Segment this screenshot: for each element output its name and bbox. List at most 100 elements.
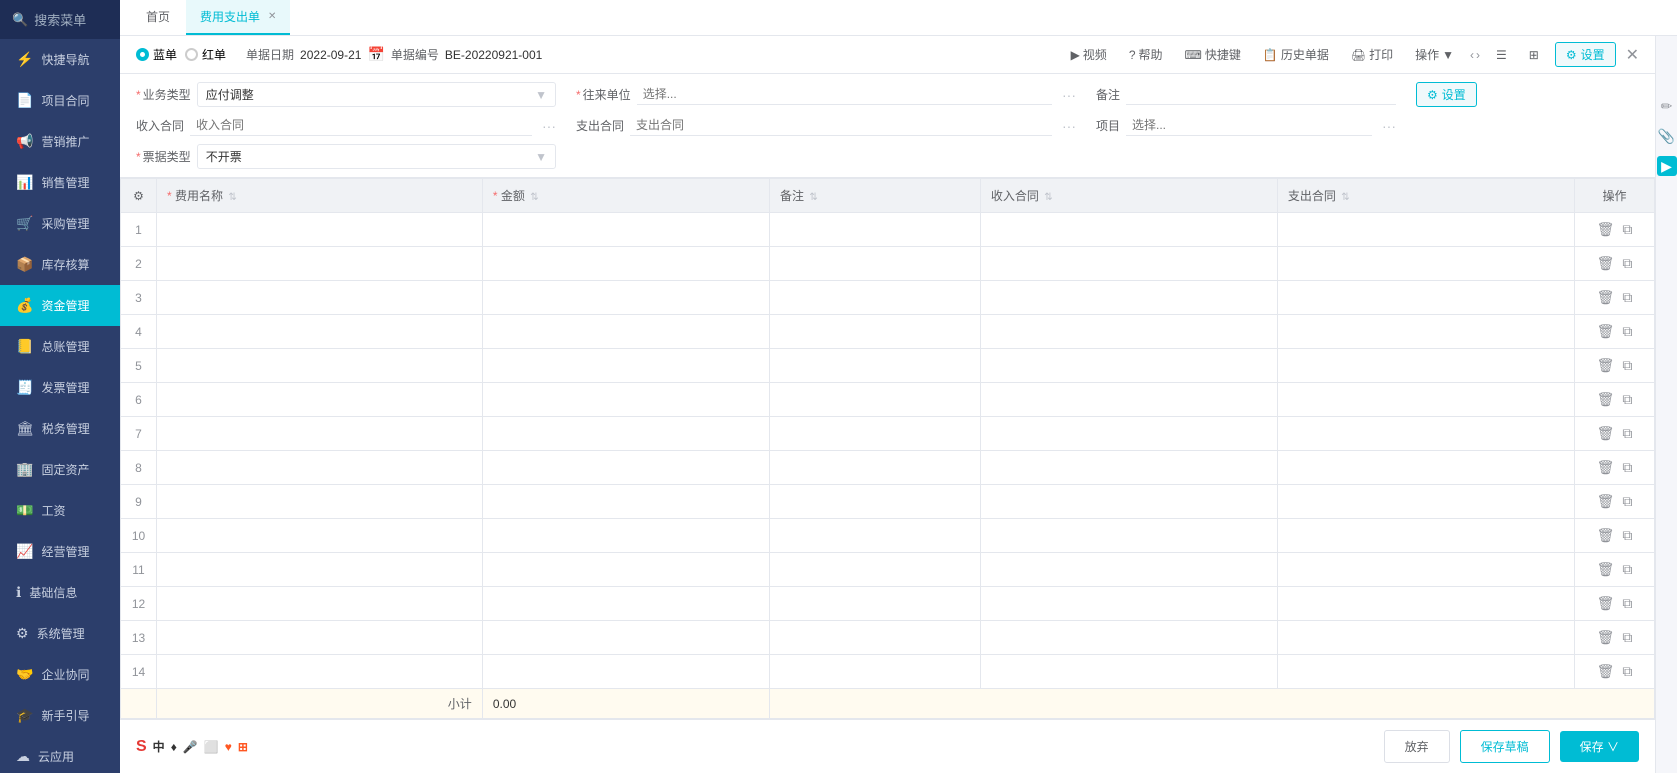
business-type-select[interactable]: 应付调整 ▼ [197, 82, 556, 107]
cell-expense-contract-12[interactable] [1277, 587, 1574, 621]
cell-expense-name-1[interactable] [157, 213, 483, 247]
delete-icon-1[interactable]: 🗑 [1595, 219, 1617, 240]
sidebar-item-sys-mgmt[interactable]: ⚙ 系统管理 [0, 613, 120, 654]
col-expense-sort-icon[interactable]: ⇅ [228, 192, 236, 203]
cell-income-contract-1[interactable] [980, 213, 1277, 247]
cell-expense-name-9[interactable] [157, 485, 483, 519]
sidebar-item-marketing[interactable]: 📢 营销推广 [0, 121, 120, 162]
side-icon-clip[interactable]: 📎 [1657, 126, 1677, 146]
copy-icon-5[interactable]: ⧉ [1620, 355, 1634, 376]
cell-expense-contract-8[interactable] [1277, 451, 1574, 485]
cell-amount-13[interactable] [482, 621, 769, 655]
delete-icon-13[interactable]: 🗑 [1595, 627, 1617, 648]
settings-right-btn[interactable]: ⚙ 设置 [1416, 82, 1477, 107]
cell-amount-1[interactable] [482, 213, 769, 247]
cell-expense-contract-11[interactable] [1277, 553, 1574, 587]
remark-input[interactable] [1126, 84, 1396, 105]
side-icon-green[interactable]: ▶ [1657, 156, 1677, 176]
expense-contract-dots[interactable]: ··· [1062, 118, 1076, 134]
sidebar-item-fixed-assets[interactable]: 🏢 固定资产 [0, 449, 120, 490]
cell-expense-contract-10[interactable] [1277, 519, 1574, 553]
shortcut-btn[interactable]: ⌨ 快捷键 [1179, 43, 1247, 66]
copy-icon-11[interactable]: ⧉ [1620, 559, 1634, 580]
delete-icon-12[interactable]: 🗑 [1595, 593, 1617, 614]
cell-expense-contract-9[interactable] [1277, 485, 1574, 519]
sidebar-item-cloud-apps[interactable]: ☁ 云应用 [0, 736, 120, 773]
tab-home[interactable]: 首页 [132, 0, 184, 35]
cell-expense-name-13[interactable] [157, 621, 483, 655]
copy-icon-13[interactable]: ⧉ [1620, 627, 1634, 648]
sidebar-item-project-contract[interactable]: 📄 项目合同 [0, 80, 120, 121]
cell-remark-10[interactable] [769, 519, 980, 553]
cell-income-contract-5[interactable] [980, 349, 1277, 383]
cell-expense-name-6[interactable] [157, 383, 483, 417]
delete-icon-7[interactable]: 🗑 [1595, 423, 1617, 444]
actions-btn[interactable]: 操作 ▼ [1409, 43, 1460, 66]
delete-icon-9[interactable]: 🗑 [1595, 491, 1617, 512]
copy-icon-7[interactable]: ⧉ [1620, 423, 1634, 444]
cell-remark-2[interactable] [769, 247, 980, 281]
cell-remark-14[interactable] [769, 655, 980, 689]
tab-close-expense-form[interactable]: ✕ [268, 11, 276, 22]
copy-icon-6[interactable]: ⧉ [1620, 389, 1634, 410]
cell-amount-6[interactable] [482, 383, 769, 417]
delete-icon-10[interactable]: 🗑 [1595, 525, 1617, 546]
cell-expense-contract-2[interactable] [1277, 247, 1574, 281]
copy-icon-2[interactable]: ⧉ [1620, 253, 1634, 274]
sidebar-item-quick-nav[interactable]: ⚡ 快捷导航 [0, 39, 120, 80]
save-draft-button[interactable]: 保存草稿 [1460, 730, 1550, 763]
help-btn[interactable]: ? 帮助 [1123, 43, 1169, 66]
copy-icon-4[interactable]: ⧉ [1620, 321, 1634, 342]
discard-button[interactable]: 放弃 [1384, 730, 1450, 763]
cell-amount-7[interactable] [482, 417, 769, 451]
date-value[interactable]: 2022-09-21 [300, 48, 361, 62]
copy-icon-3[interactable]: ⧉ [1620, 287, 1634, 308]
sidebar-item-payroll[interactable]: 💵 工资 [0, 490, 120, 531]
delete-icon-6[interactable]: 🗑 [1595, 389, 1617, 410]
cell-expense-contract-4[interactable] [1277, 315, 1574, 349]
cell-expense-name-5[interactable] [157, 349, 483, 383]
cell-amount-12[interactable] [482, 587, 769, 621]
copy-icon-12[interactable]: ⧉ [1620, 593, 1634, 614]
close-btn[interactable]: ✕ [1626, 45, 1639, 65]
delete-icon-11[interactable]: 🗑 [1595, 559, 1617, 580]
cell-amount-3[interactable] [482, 281, 769, 315]
cell-expense-contract-1[interactable] [1277, 213, 1574, 247]
sidebar-item-corp-collab[interactable]: 🤝 企业协同 [0, 654, 120, 695]
history-btn[interactable]: 📋 历史单据 [1257, 43, 1335, 66]
cell-remark-1[interactable] [769, 213, 980, 247]
cell-income-contract-9[interactable] [980, 485, 1277, 519]
cell-amount-5[interactable] [482, 349, 769, 383]
cell-income-contract-2[interactable] [980, 247, 1277, 281]
cell-expense-name-11[interactable] [157, 553, 483, 587]
video-btn[interactable]: ▶ 视频 [1065, 43, 1113, 66]
cell-remark-11[interactable] [769, 553, 980, 587]
sidebar-item-invoice-mgmt[interactable]: 🧾 发票管理 [0, 367, 120, 408]
cell-expense-name-8[interactable] [157, 451, 483, 485]
copy-icon-10[interactable]: ⧉ [1620, 525, 1634, 546]
sidebar-item-tax-mgmt[interactable]: 🏛 税务管理 [0, 408, 120, 449]
cell-income-contract-6[interactable] [980, 383, 1277, 417]
cell-income-contract-11[interactable] [980, 553, 1277, 587]
save-button[interactable]: 保存 ∨ [1560, 731, 1639, 762]
cell-income-contract-10[interactable] [980, 519, 1277, 553]
settings-btn[interactable]: ⚙ 设置 [1555, 42, 1616, 67]
nav-prev[interactable]: ‹ [1470, 48, 1474, 62]
cell-remark-3[interactable] [769, 281, 980, 315]
delete-icon-5[interactable]: 🗑 [1595, 355, 1617, 376]
copy-icon-14[interactable]: ⧉ [1620, 661, 1634, 682]
side-icon-edit[interactable]: ✏ [1657, 96, 1677, 116]
sidebar-item-ops-mgmt[interactable]: 📈 经营管理 [0, 531, 120, 572]
cell-remark-6[interactable] [769, 383, 980, 417]
col-expense-sort-icon2[interactable]: ⇅ [1341, 192, 1349, 203]
expense-contract-input[interactable] [630, 115, 1052, 136]
copy-icon-1[interactable]: ⧉ [1620, 219, 1634, 240]
calendar-icon[interactable]: 📅 [367, 46, 384, 63]
radio-blue[interactable]: 蓝单 [136, 46, 177, 63]
project-input[interactable] [1126, 115, 1372, 136]
copy-icon-8[interactable]: ⧉ [1620, 457, 1634, 478]
cell-income-contract-3[interactable] [980, 281, 1277, 315]
sidebar-item-sales-mgmt[interactable]: 📊 销售管理 [0, 162, 120, 203]
partner-dots[interactable]: ··· [1062, 87, 1076, 103]
cell-expense-name-12[interactable] [157, 587, 483, 621]
